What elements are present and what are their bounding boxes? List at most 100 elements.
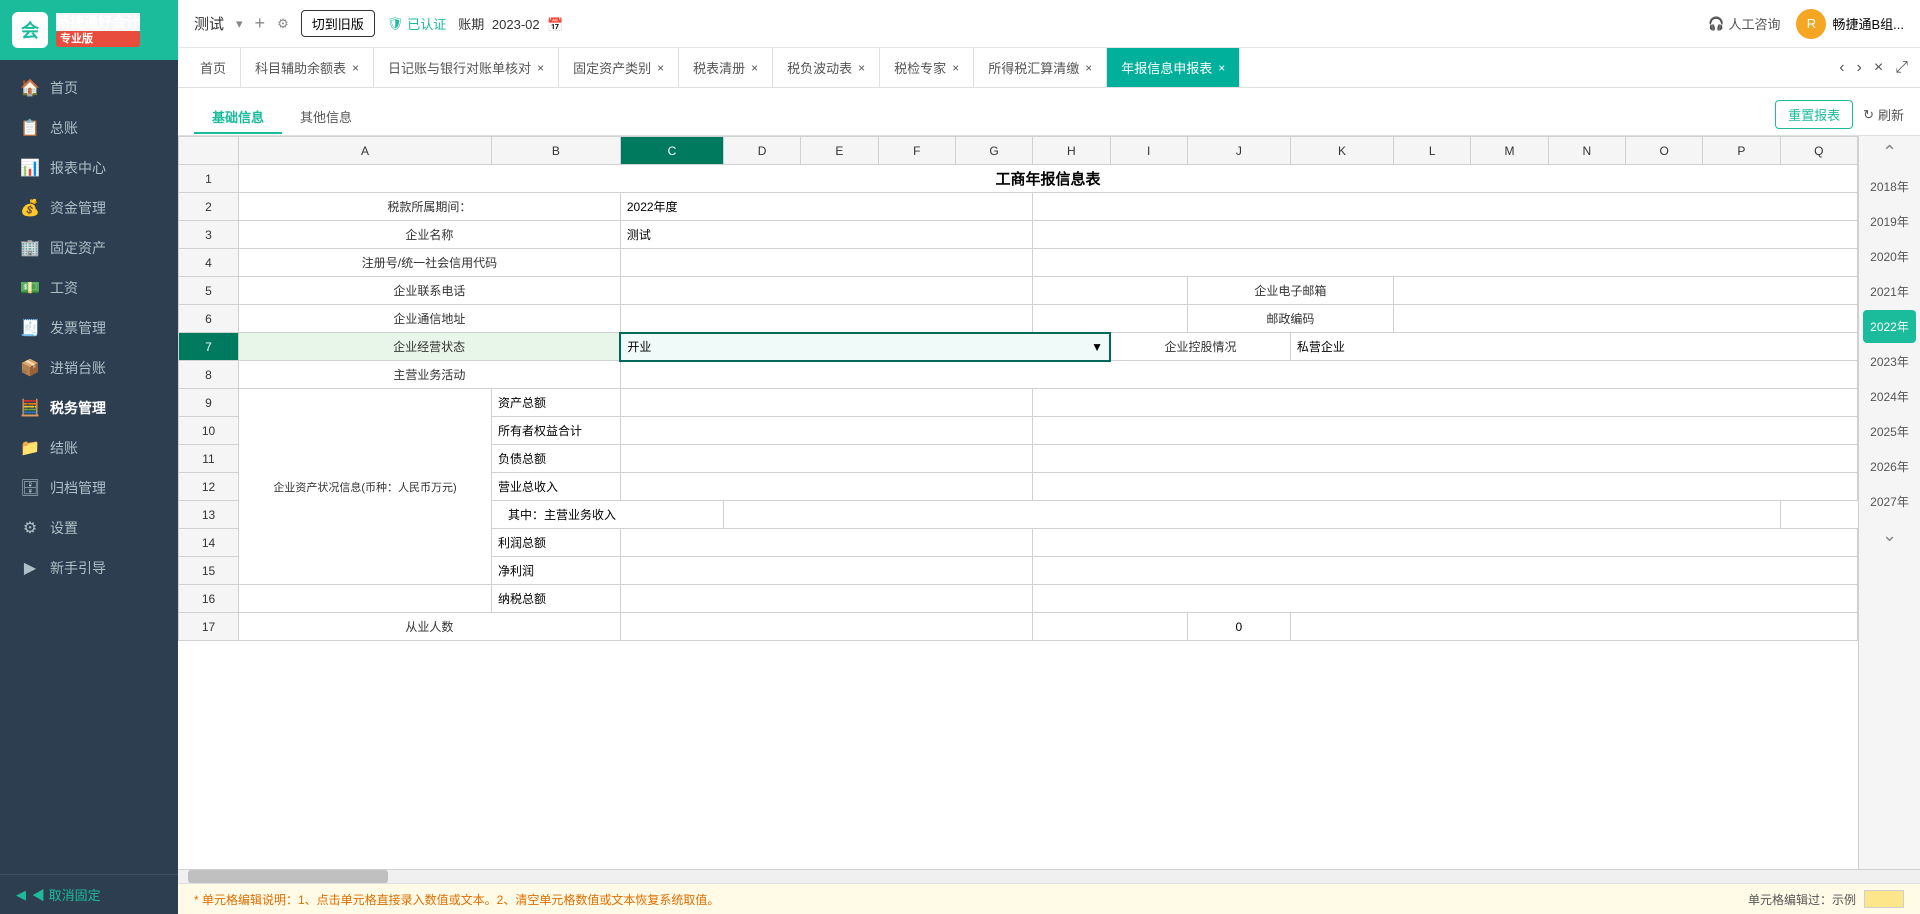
col-header-G[interactable]: G xyxy=(955,137,1032,165)
row-header-15[interactable]: 15 xyxy=(179,557,239,585)
year-item-2023[interactable]: 2023年 xyxy=(1863,345,1916,378)
col-header-C[interactable]: C xyxy=(620,137,723,165)
year-panel-down-button[interactable]: ⌄ xyxy=(1859,519,1920,552)
sidebar-item-asset[interactable]: 🏢 固定资产 xyxy=(0,228,178,268)
cell-17-empty2[interactable] xyxy=(1290,613,1857,641)
sidebar-item-salary[interactable]: 💵 工资 xyxy=(0,268,178,308)
cell-9-empty[interactable] xyxy=(1033,389,1858,417)
cell-5-email-value[interactable] xyxy=(1394,277,1858,305)
tab-aux-close[interactable]: × xyxy=(352,61,359,75)
tab-journal[interactable]: 日记账与银行对账单核对 × xyxy=(374,48,559,88)
col-header-J[interactable]: J xyxy=(1187,137,1290,165)
sidebar-item-archive[interactable]: 🗄 归档管理 xyxy=(0,468,178,508)
sidebar-unpin[interactable]: ◀ ◀ 取消固定 xyxy=(0,874,178,914)
tab-taxfluc-close[interactable]: × xyxy=(858,61,865,75)
row-header-4[interactable]: 4 xyxy=(179,249,239,277)
row-header-9[interactable]: 9 xyxy=(179,389,239,417)
cell-7-dropdown[interactable]: 开业 ▼ xyxy=(620,333,1110,361)
row-header-2[interactable]: 2 xyxy=(179,193,239,221)
year-item-2019[interactable]: 2019年 xyxy=(1863,205,1916,238)
cell-17-J[interactable]: 0 xyxy=(1187,613,1290,641)
tab-income-close[interactable]: × xyxy=(1085,61,1092,75)
sidebar-item-settings[interactable]: ⚙ 设置 xyxy=(0,508,178,548)
row-header-10[interactable]: 10 xyxy=(179,417,239,445)
cell-15-empty[interactable] xyxy=(1033,557,1858,585)
cell-15-value[interactable] xyxy=(620,557,1032,585)
col-header-D[interactable]: D xyxy=(723,137,800,165)
tab-income[interactable]: 所得税汇算清缴 × xyxy=(974,48,1107,88)
year-item-2021[interactable]: 2021年 xyxy=(1863,275,1916,308)
cell-8-value[interactable] xyxy=(620,361,1857,389)
col-header-P[interactable]: P xyxy=(1703,137,1780,165)
cell-1-title[interactable]: 工商年报信息表 xyxy=(239,165,1858,193)
cell-6-value[interactable] xyxy=(620,305,1032,333)
sidebar-item-newguide[interactable]: ▶ 新手引导 xyxy=(0,548,178,588)
sidebar-item-invoice[interactable]: 🧾 发票管理 xyxy=(0,308,178,348)
year-item-2024[interactable]: 2024年 xyxy=(1863,380,1916,413)
tab-taxcheck-close[interactable]: × xyxy=(952,61,959,75)
cell-11-value[interactable] xyxy=(620,445,1032,473)
cell-6-zip-value[interactable] xyxy=(1394,305,1858,333)
cell-9-value[interactable] xyxy=(620,389,1032,417)
topbar-add-icon[interactable]: + xyxy=(255,13,266,34)
tab-next-button[interactable]: › xyxy=(1853,55,1866,81)
cell-7-control-value[interactable]: 私营企业 xyxy=(1290,333,1857,361)
tab-prev-button[interactable]: ‹ xyxy=(1835,55,1848,81)
col-header-B[interactable]: B xyxy=(492,137,621,165)
horizontal-scrollbar[interactable] xyxy=(178,869,1920,883)
tab-taxreturn[interactable]: 税表清册 × xyxy=(679,48,773,88)
row-header-12[interactable]: 12 xyxy=(179,473,239,501)
tab-asset[interactable]: 固定资产类别 × xyxy=(559,48,679,88)
sidebar-item-stockledger[interactable]: 📦 进销台账 xyxy=(0,348,178,388)
col-header-A[interactable]: A xyxy=(239,137,492,165)
subtab-basic[interactable]: 基础信息 xyxy=(194,101,282,134)
tab-home[interactable]: 首页 xyxy=(186,48,241,88)
col-header-I[interactable]: I xyxy=(1110,137,1187,165)
cell-3-value[interactable]: 测试 xyxy=(620,221,1032,249)
col-header-M[interactable]: M xyxy=(1471,137,1548,165)
tab-aux[interactable]: 科目辅助余额表 × xyxy=(241,48,374,88)
row-header-17[interactable]: 17 xyxy=(179,613,239,641)
year-item-2020[interactable]: 2020年 xyxy=(1863,240,1916,273)
cell-5-empty[interactable] xyxy=(1033,277,1188,305)
calendar-icon[interactable]: 📅 xyxy=(547,17,563,32)
service-button[interactable]: 🎧 人工咨询 xyxy=(1708,14,1780,33)
user-menu[interactable]: R 畅捷通B组... xyxy=(1796,9,1904,39)
dropdown-arrow-icon[interactable]: ▼ xyxy=(1091,340,1103,354)
cell-14-value[interactable] xyxy=(620,529,1032,557)
row-header-14[interactable]: 14 xyxy=(179,529,239,557)
col-header-K[interactable]: K xyxy=(1290,137,1393,165)
tab-annual-close[interactable]: × xyxy=(1218,61,1225,75)
row-header-3[interactable]: 3 xyxy=(179,221,239,249)
row-header-11[interactable]: 11 xyxy=(179,445,239,473)
subtab-other[interactable]: 其他信息 xyxy=(282,101,370,134)
tab-journal-close[interactable]: × xyxy=(537,61,544,75)
tab-taxreturn-close[interactable]: × xyxy=(751,61,758,75)
spreadsheet-container[interactable]: A B C D E F G H I J K L xyxy=(178,136,1858,869)
col-header-N[interactable]: N xyxy=(1548,137,1625,165)
col-header-F[interactable]: F xyxy=(878,137,955,165)
sidebar-item-report[interactable]: 📊 报表中心 xyxy=(0,148,178,188)
tab-taxcheck[interactable]: 税检专家 × xyxy=(880,48,974,88)
scrollbar-thumb[interactable] xyxy=(188,870,388,883)
cell-16-value[interactable] xyxy=(620,585,1032,613)
cell-12-value[interactable] xyxy=(620,473,1032,501)
col-header-L[interactable]: L xyxy=(1394,137,1471,165)
row-header-5[interactable]: 5 xyxy=(179,277,239,305)
year-item-2018[interactable]: 2018年 xyxy=(1863,170,1916,203)
cell-14-empty[interactable] xyxy=(1033,529,1858,557)
cell-10-empty[interactable] xyxy=(1033,417,1858,445)
sidebar-item-tax[interactable]: 🧮 税务管理 xyxy=(0,388,178,428)
cell-5-value[interactable] xyxy=(620,277,1032,305)
year-item-2025[interactable]: 2025年 xyxy=(1863,415,1916,448)
cell-12-empty[interactable] xyxy=(1033,473,1858,501)
year-item-2022[interactable]: 2022年 xyxy=(1863,310,1916,343)
tab-close-all-button[interactable]: × xyxy=(1870,55,1887,81)
cell-10-value[interactable] xyxy=(620,417,1032,445)
row-header-8[interactable]: 8 xyxy=(179,361,239,389)
year-item-2027[interactable]: 2027年 xyxy=(1863,485,1916,518)
sidebar-item-checkout[interactable]: 📁 结账 xyxy=(0,428,178,468)
cell-13-value[interactable] xyxy=(723,501,1780,529)
tab-annual[interactable]: 年报信息申报表 × xyxy=(1107,48,1240,88)
refresh-button[interactable]: ↻ 刷新 xyxy=(1863,105,1904,124)
